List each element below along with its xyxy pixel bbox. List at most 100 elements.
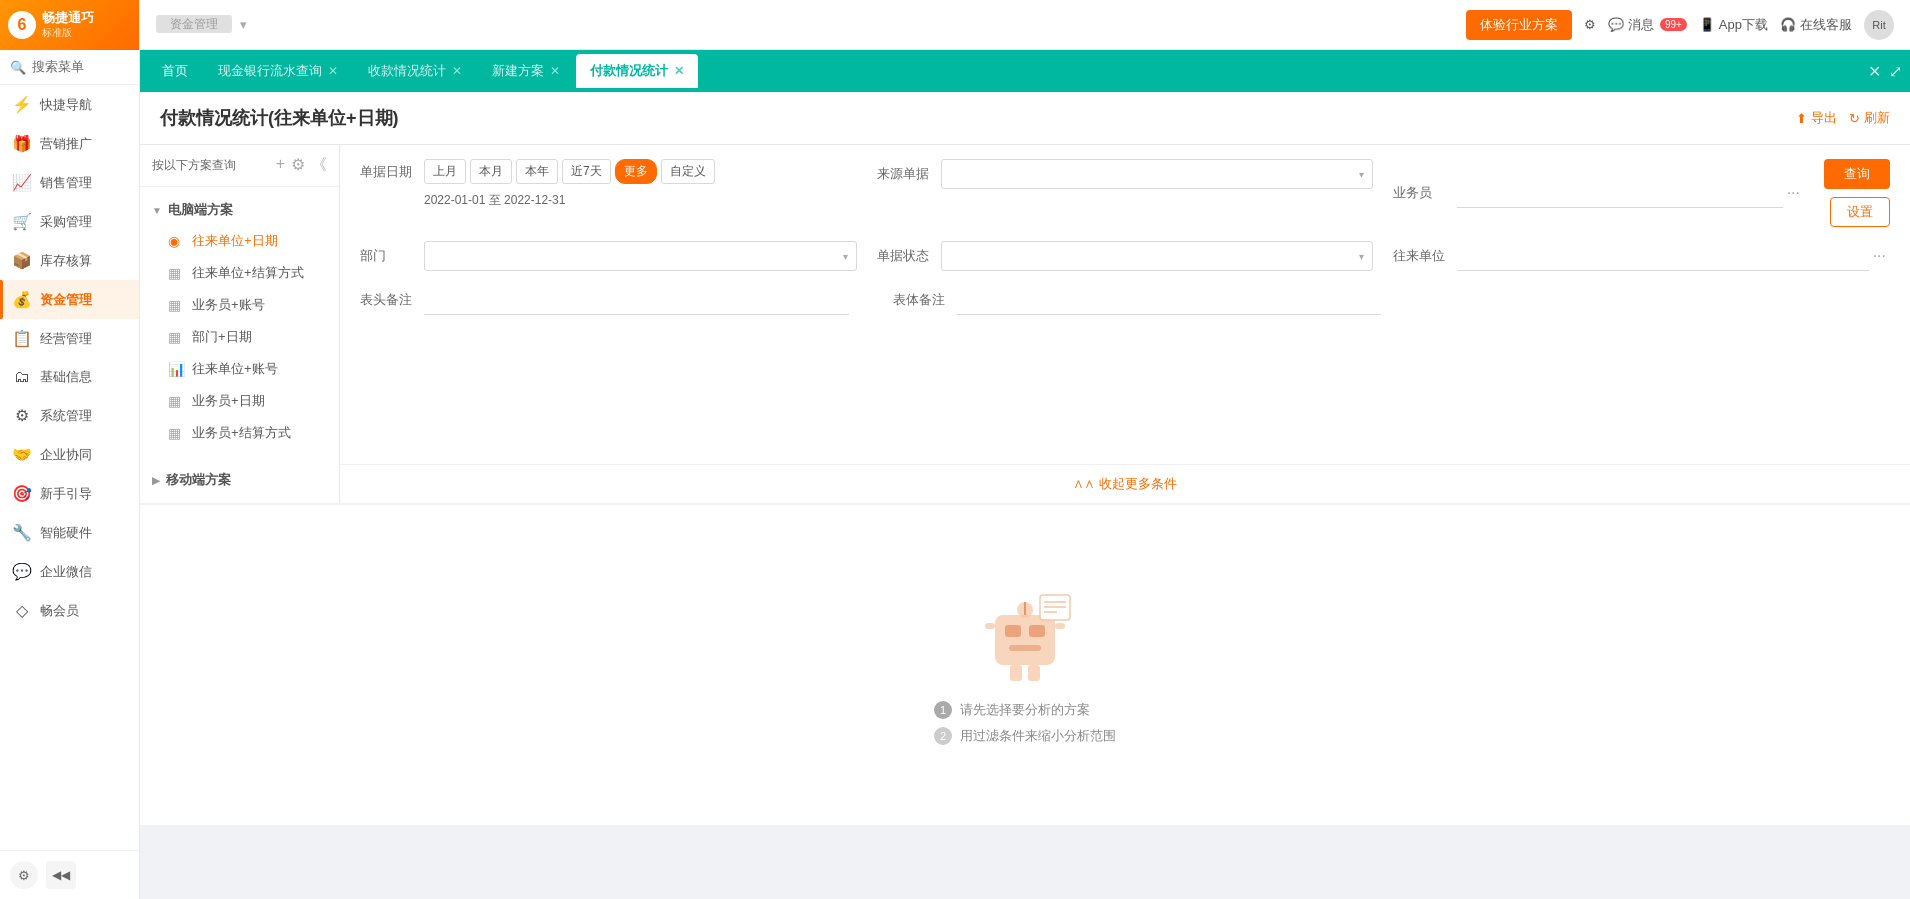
source-select-box[interactable]: ▾ — [941, 159, 1374, 189]
status-select[interactable]: ▾ — [941, 241, 1374, 271]
collapse-bar[interactable]: ∧∧ 收起更多条件 — [340, 464, 1910, 503]
export-button[interactable]: ⬆ 导出 — [1796, 109, 1837, 127]
date-more-btn[interactable]: 更多 — [615, 159, 657, 184]
body-note-input[interactable] — [957, 285, 1382, 315]
scheme-item-partner-date[interactable]: ◉ 往来单位+日期 — [140, 225, 339, 257]
scheme-desktop-header[interactable]: ▼ 电脑端方案 — [140, 195, 339, 225]
scheme-panel: 按以下方案查询 + ⚙ 《 ▼ 电脑端方案 ◉ 往来单位+日期 — [140, 145, 340, 503]
scheme-table-icon-3: ▦ — [168, 329, 184, 345]
scheme-item-partner-account[interactable]: 📊 往来单位+账号 — [140, 353, 339, 385]
sidebar-item-member[interactable]: ◇ 畅会员 — [0, 591, 139, 630]
enterprise-icon: 🤝 — [12, 445, 32, 464]
breadcrumb-path: 资金管理 — [156, 16, 232, 33]
sidebar-item-finance[interactable]: 💰 资金管理 — [0, 280, 139, 319]
guide-icon: 🎯 — [12, 484, 32, 503]
tab-receipt-stats-close[interactable]: ✕ — [452, 64, 462, 78]
tab-maximize-button[interactable]: ⤢ — [1889, 62, 1902, 81]
date-range-btns: 上月 本月 本年 近7天 更多 自定义 — [424, 159, 715, 184]
tab-payment-stats[interactable]: 付款情况统计 ✕ — [576, 54, 698, 88]
finance-icon: 💰 — [12, 290, 32, 309]
scheme-add-button[interactable]: + — [276, 155, 285, 176]
source-select[interactable]: ▾ — [941, 159, 1374, 189]
staff-ellipsis[interactable]: ··· — [1783, 184, 1804, 202]
scheme-panel-header: 按以下方案查询 + ⚙ 《 — [140, 145, 339, 187]
dept-select[interactable]: ▾ — [424, 241, 857, 271]
sidebar-item-system[interactable]: ⚙ 系统管理 — [0, 396, 139, 435]
sidebar-item-sales[interactable]: 📈 销售管理 — [0, 163, 139, 202]
scheme-item-staff-date[interactable]: ▦ 业务员+日期 — [140, 385, 339, 417]
filter-layout: 按以下方案查询 + ⚙ 《 ▼ 电脑端方案 ◉ 往来单位+日期 — [140, 145, 1910, 503]
sidebar-item-wechat[interactable]: 💬 企业微信 — [0, 552, 139, 591]
query-button[interactable]: 查询 — [1824, 159, 1890, 189]
scheme-item-staff-settlement[interactable]: ▦ 业务员+结算方式 — [140, 417, 339, 449]
body-note-label: 表体备注 — [893, 291, 949, 309]
quick-nav-icon: ⚡ — [12, 95, 32, 114]
scheme-item-dept-date[interactable]: ▦ 部门+日期 — [140, 321, 339, 353]
notification-button[interactable]: 💬 消息 99+ — [1608, 16, 1687, 34]
date-this-year-btn[interactable]: 本年 — [516, 159, 558, 184]
basic-icon: 🗂 — [12, 368, 32, 386]
search-icon: 🔍 — [10, 60, 26, 75]
scheme-mobile-header[interactable]: ▶ 移动端方案 — [140, 465, 339, 495]
tab-home[interactable]: 首页 — [148, 54, 202, 88]
sidebar-item-marketing[interactable]: 🎁 营销推广 — [0, 124, 139, 163]
app-download-button[interactable]: 📱 App下载 — [1699, 16, 1768, 34]
filter-partner-field: 往来单位 ··· — [1393, 241, 1890, 271]
date-last-7-btn[interactable]: 近7天 — [562, 159, 611, 184]
tab-receipt-stats[interactable]: 收款情况统计 ✕ — [354, 54, 476, 88]
refresh-button[interactable]: ↻ 刷新 — [1849, 109, 1890, 127]
tab-new-scheme[interactable]: 新建方案 ✕ — [478, 54, 574, 88]
partner-label: 往来单位 — [1393, 247, 1449, 265]
settings-button[interactable]: 设置 — [1830, 197, 1890, 227]
sidebar-item-hardware[interactable]: 🔧 智能硬件 — [0, 513, 139, 552]
sidebar-item-inventory[interactable]: 📦 库存核算 — [0, 241, 139, 280]
topbar-dropdown-icon[interactable]: ▾ — [240, 17, 247, 32]
dept-select-box[interactable]: ▾ — [424, 241, 857, 271]
scheme-table-icon-2: ▦ — [168, 297, 184, 313]
tabbar: 首页 现金银行流水查询 ✕ 收款情况统计 ✕ 新建方案 ✕ 付款情况统计 ✕ ✕… — [140, 50, 1910, 92]
search-menu-item[interactable]: 🔍 搜索菜单 — [0, 50, 139, 85]
scheme-item-staff-account[interactable]: ▦ 业务员+账号 — [140, 289, 339, 321]
staff-input[interactable] — [1457, 178, 1782, 208]
svg-rect-2 — [1029, 625, 1045, 637]
scheme-table-icon-5: ▦ — [168, 425, 184, 441]
sidebar-item-basic[interactable]: 🗂 基础信息 — [0, 358, 139, 396]
date-this-month-btn[interactable]: 本月 — [470, 159, 512, 184]
logo-text: 畅捷通巧 标准版 — [42, 10, 94, 40]
tab-bank-flow[interactable]: 现金银行流水查询 ✕ — [204, 54, 352, 88]
filter-row-3: 表头备注 表体备注 — [360, 285, 1890, 315]
topbar-settings-icon[interactable]: ⚙ — [1584, 17, 1596, 32]
header-note-input[interactable] — [424, 285, 849, 315]
status-select-arrow: ▾ — [1359, 251, 1364, 262]
footer-settings-button[interactable]: ⚙ — [10, 861, 38, 889]
filter-dept-field: 部门 ▾ — [360, 241, 857, 271]
page-content: 付款情况统计(往来单位+日期) ⬆ 导出 ↻ 刷新 按以下方案查询 + — [140, 92, 1910, 899]
tab-close-all-button[interactable]: ✕ — [1868, 62, 1881, 81]
tab-new-scheme-close[interactable]: ✕ — [550, 64, 560, 78]
user-avatar[interactable]: Rit — [1864, 10, 1894, 40]
partner-ellipsis[interactable]: ··· — [1869, 247, 1890, 265]
date-last-month-btn[interactable]: 上月 — [424, 159, 466, 184]
sidebar-item-operation[interactable]: 📋 经营管理 — [0, 319, 139, 358]
source-select-arrow: ▾ — [1359, 169, 1364, 180]
sidebar-collapse-button[interactable]: ◀◀ — [46, 861, 76, 889]
sidebar-item-quick-nav[interactable]: ⚡ 快捷导航 — [0, 85, 139, 124]
header-note-input-area — [424, 285, 849, 315]
sidebar-item-purchase[interactable]: 🛒 采购管理 — [0, 202, 139, 241]
online-service-button[interactable]: 🎧 在线客服 — [1780, 16, 1852, 34]
sidebar-item-enterprise[interactable]: 🤝 企业协同 — [0, 435, 139, 474]
tab-bank-flow-close[interactable]: ✕ — [328, 64, 338, 78]
purchase-icon: 🛒 — [12, 212, 32, 231]
scheme-item-partner-settlement[interactable]: ▦ 往来单位+结算方式 — [140, 257, 339, 289]
tab-payment-stats-close[interactable]: ✕ — [674, 64, 684, 78]
partner-input[interactable] — [1457, 241, 1868, 271]
scheme-settings-button[interactable]: ⚙ — [291, 155, 305, 176]
scheme-collapse-button[interactable]: 《 — [311, 155, 327, 176]
page-header-actions: ⬆ 导出 ↻ 刷新 — [1796, 109, 1890, 127]
date-custom-btn[interactable]: 自定义 — [661, 159, 715, 184]
tip-num-2: 2 — [934, 727, 952, 745]
sidebar-item-guide[interactable]: 🎯 新手引导 — [0, 474, 139, 513]
status-select-box[interactable]: ▾ — [941, 241, 1374, 271]
industry-solution-button[interactable]: 体验行业方案 — [1466, 10, 1572, 40]
scheme-desktop-arrow: ▼ — [152, 205, 162, 216]
